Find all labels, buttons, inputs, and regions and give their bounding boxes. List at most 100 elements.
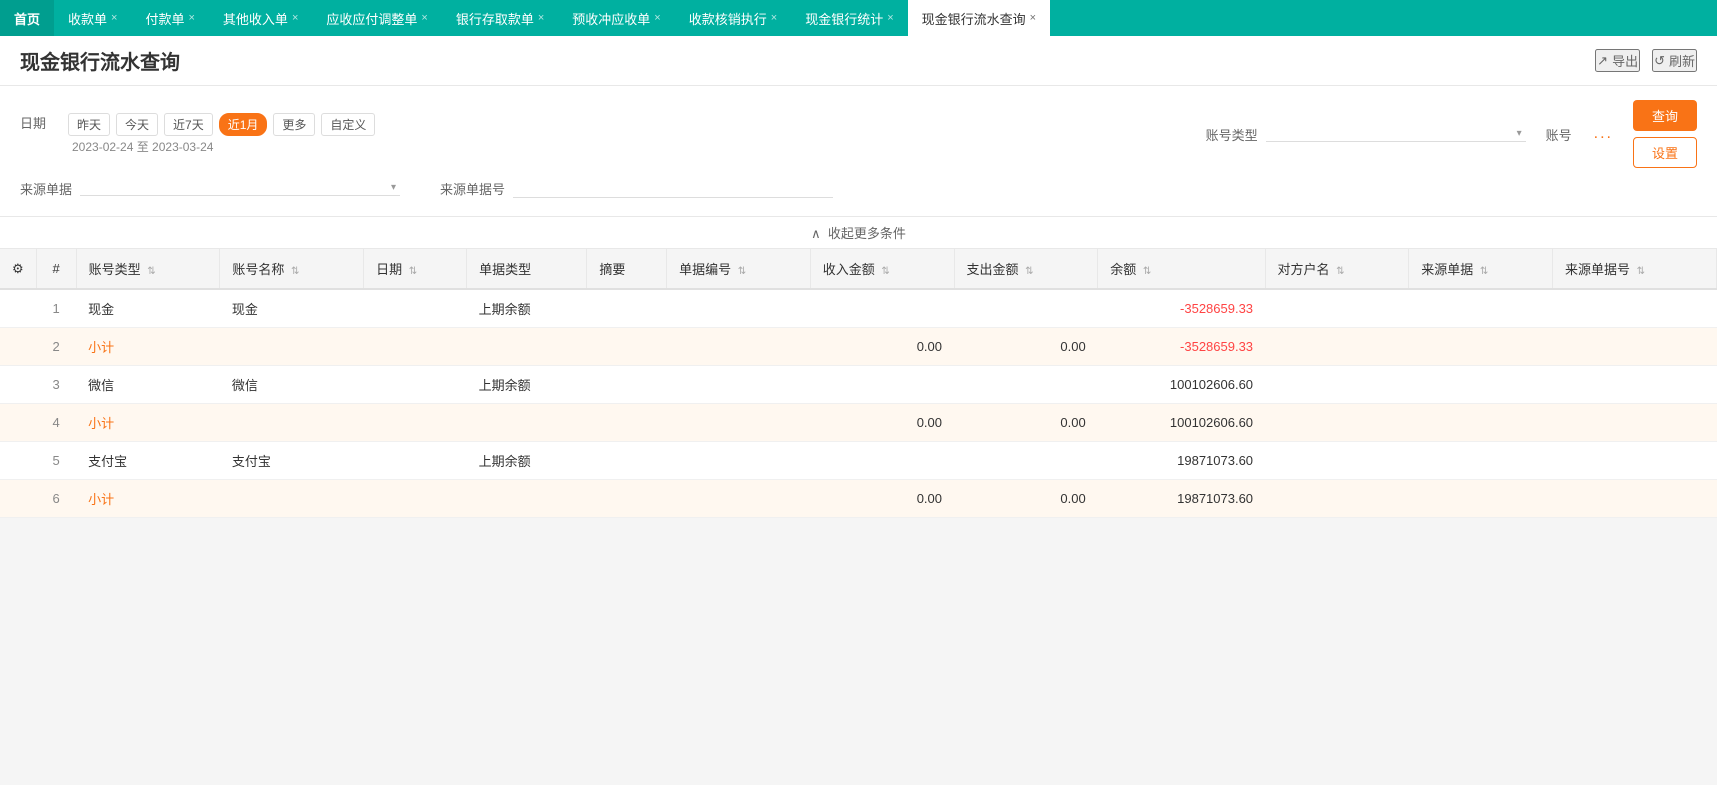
nav-item-首页[interactable]: 首页 [0,0,54,36]
date-btn-today[interactable]: 今天 [116,113,158,136]
query-button[interactable]: 查询 [1633,100,1697,131]
balance-col-header[interactable]: 余额 ⇅ [1098,249,1265,289]
source-doc-no-cell [1552,366,1716,404]
account-name-col-header[interactable]: 账号名称 ⇅ [220,249,364,289]
doc-no-cell [667,328,811,366]
settings-button[interactable]: 设置 [1633,137,1697,168]
refresh-label: 刷新 [1669,51,1695,70]
doc-type-col-header: 单据类型 [467,249,587,289]
close-icon[interactable]: × [771,12,777,24]
nav-item-其他收入单[interactable]: 其他收入单× [209,0,312,36]
source-doc-no-input[interactable] [513,178,833,198]
summary-col-header: 摘要 [587,249,667,289]
date-cell [364,442,467,480]
source-doc-no-col-header[interactable]: 来源单据号 ⇅ [1552,249,1716,289]
close-icon[interactable]: × [538,12,544,24]
counterparty-col-header[interactable]: 对方户名 ⇅ [1265,249,1409,289]
nav-item-应收应付调整单[interactable]: 应收应付调整单× [312,0,441,36]
expense-cell: 0.00 [954,480,1098,518]
source-doc-label: 来源单据 [20,179,72,198]
close-icon[interactable]: × [1030,12,1036,24]
export-button[interactable]: ↗ 导出 [1595,49,1640,72]
income-cell [810,442,954,480]
date-btn-7days[interactable]: 近7天 [164,113,213,136]
doc-type-cell: 上期余额 [467,442,587,480]
data-table: ⚙ # 账号类型 ⇅ 账号名称 ⇅ 日期 ⇅ 单据类型 摘要 单据编号 ⇅ 收入… [0,249,1717,518]
table-container: ⚙ # 账号类型 ⇅ 账号名称 ⇅ 日期 ⇅ 单据类型 摘要 单据编号 ⇅ 收入… [0,249,1717,518]
close-icon[interactable]: × [887,12,893,24]
chevron-down-icon: ▾ [1517,128,1522,139]
close-icon[interactable]: × [654,12,660,24]
expense-cell: 0.00 [954,404,1098,442]
doc-type-cell [467,404,587,442]
expense-cell [954,366,1098,404]
expense-cell [954,289,1098,328]
gear-cell [0,328,36,366]
counterparty-cell [1265,328,1409,366]
source-doc-no-cell [1552,442,1716,480]
expense-col-header[interactable]: 支出金额 ⇅ [954,249,1098,289]
nav-item-现金银行流水查询[interactable]: 现金银行流水查询× [908,0,1050,36]
summary-cell [587,289,667,328]
source-doc-no-cell [1552,480,1716,518]
balance-cell: 100102606.60 [1098,404,1265,442]
summary-cell [587,366,667,404]
nav-item-预收冲应收单[interactable]: 预收冲应收单× [558,0,674,36]
account-type-filter: 账号类型 ▾ [1206,125,1526,144]
date-btn-more[interactable]: 更多 [273,113,315,136]
more-dots[interactable]: ... [1594,125,1613,143]
close-icon[interactable]: × [421,12,427,24]
summary-cell [587,404,667,442]
account-type-cell: 小计 [76,480,220,518]
income-col-header[interactable]: 收入金额 ⇅ [810,249,954,289]
source-doc-no-filter: 来源单据号 [440,178,833,198]
close-icon[interactable]: × [188,12,194,24]
account-type-cell: 微信 [76,366,220,404]
account-name-cell: 支付宝 [220,442,364,480]
account-type-label: 账号类型 [1206,125,1258,144]
nav-item-银行存取款单[interactable]: 银行存取款单× [442,0,558,36]
table-row: 5支付宝支付宝上期余额19871073.60 [0,442,1717,480]
doc-type-cell [467,480,587,518]
counterparty-cell [1265,442,1409,480]
counterparty-cell [1265,480,1409,518]
income-cell: 0.00 [810,328,954,366]
source-doc-select[interactable]: ▾ [80,180,400,196]
summary-cell [587,442,667,480]
refresh-button[interactable]: ↺ 刷新 [1652,49,1697,72]
source-doc-cell [1409,442,1553,480]
income-cell [810,289,954,328]
index-cell: 3 [36,366,76,404]
close-icon[interactable]: × [292,12,298,24]
date-btn-custom[interactable]: 自定义 [321,113,375,136]
source-doc-col-header[interactable]: 来源单据 ⇅ [1409,249,1553,289]
date-filter-group: 日期 昨天 今天 近7天 近1月 更多 自定义 2023-02-24 至 202… [20,113,375,155]
doc-no-cell [667,480,811,518]
doc-no-cell [667,289,811,328]
account-type-select[interactable]: ▾ [1266,126,1526,142]
gear-cell [0,289,36,328]
gear-cell [0,404,36,442]
nav-item-收款核销执行[interactable]: 收款核销执行× [675,0,791,36]
nav-item-现金银行统计[interactable]: 现金银行统计× [791,0,907,36]
doc-no-col-header[interactable]: 单据编号 ⇅ [667,249,811,289]
date-btn-yesterday[interactable]: 昨天 [68,113,110,136]
account-name-cell [220,328,364,366]
date-col-header[interactable]: 日期 ⇅ [364,249,467,289]
gear-col-header[interactable]: ⚙ [0,249,36,289]
close-icon[interactable]: × [111,12,117,24]
collapse-row[interactable]: ∧ 收起更多条件 [0,217,1717,249]
income-cell [810,366,954,404]
date-btn-1month[interactable]: 近1月 [219,113,268,136]
index-cell: 6 [36,480,76,518]
date-cell [364,404,467,442]
page-header: 现金银行流水查询 ↗ 导出 ↺ 刷新 [0,36,1717,86]
action-buttons: 查询 设置 [1633,100,1697,168]
account-type-col-header[interactable]: 账号类型 ⇅ [76,249,220,289]
balance-cell: 19871073.60 [1098,442,1265,480]
filter-row-2: 来源单据 ▾ 来源单据号 [20,178,1697,198]
source-doc-cell [1409,366,1553,404]
nav-item-付款单[interactable]: 付款单× [131,0,208,36]
export-icon: ↗ [1597,53,1608,69]
nav-item-收款单[interactable]: 收款单× [54,0,131,36]
